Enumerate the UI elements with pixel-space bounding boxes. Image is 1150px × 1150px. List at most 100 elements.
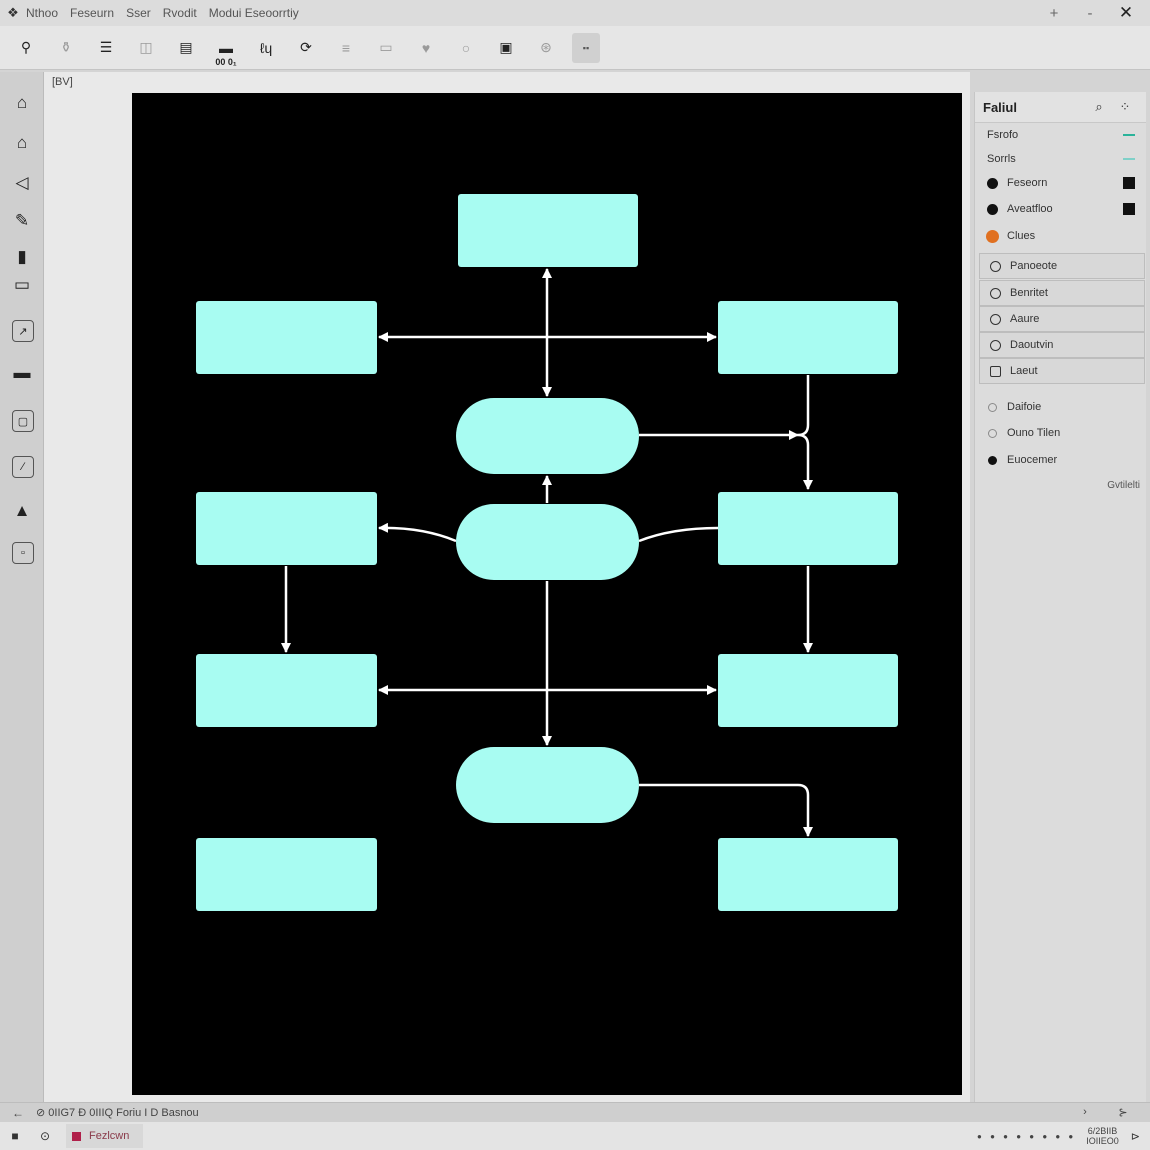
option-laeut[interactable]: Laeut — [979, 358, 1145, 384]
node-top[interactable] — [458, 194, 638, 267]
edge-hub-3-to-right-4[interactable] — [639, 783, 813, 837]
note-icon[interactable]: ▢ — [12, 410, 34, 432]
option-daoutvin[interactable]: Daoutvin — [979, 332, 1145, 358]
panel-row-label: Euocemer — [1007, 454, 1058, 466]
stroke-color-dash — [1123, 158, 1135, 160]
diagram-canvas[interactable] — [132, 93, 962, 1095]
flowchart — [196, 194, 898, 911]
grid-label: 00 0₁ — [215, 56, 237, 67]
rotate-icon[interactable]: ⟳ — [292, 33, 320, 63]
briefcase-icon[interactable]: ▬ — [9, 360, 35, 386]
radio-icon[interactable] — [988, 313, 1002, 325]
start-icon[interactable]: ■ — [0, 1129, 30, 1143]
zoom-icon[interactable]: ⚲ — [12, 33, 40, 63]
panel-row-aveatfloo[interactable]: Aveatfloo — [977, 198, 1143, 220]
panel-header: Faliul ⌕ ⁘ — [975, 92, 1146, 123]
panel-row-clues[interactable]: Clues — [977, 225, 1143, 247]
fill-icon[interactable]: ▲ — [9, 498, 35, 524]
color-swatch[interactable] — [1123, 203, 1135, 215]
edge-right-1-to-right-2[interactable] — [797, 375, 813, 490]
link-icon[interactable]: ℓɥ — [252, 33, 280, 63]
frame-icon[interactable]: ▣ — [492, 33, 520, 63]
export-icon[interactable]: ▪▪ — [572, 32, 600, 63]
heart-icon[interactable]: ♥ — [412, 33, 440, 63]
panel-row-euocemer[interactable]: Euocemer — [977, 449, 1143, 471]
node-right-1[interactable] — [718, 301, 898, 374]
tray-clock[interactable]: 6/2BIIB IOIIEO0 — [1086, 1126, 1119, 1146]
edge-hub-2-to-right-2[interactable] — [638, 526, 719, 543]
next-icon[interactable]: › — [1066, 1106, 1104, 1119]
menu-item-4[interactable]: Rvodit — [163, 6, 197, 20]
node-hub-1[interactable] — [456, 398, 639, 474]
panel-row-feseorn[interactable]: Feseorn — [977, 172, 1143, 194]
fill-color-dash — [1123, 134, 1135, 136]
title-bar: ❖ Nthoo Feseurn Sser Rvodit Modui Eseoor… — [0, 0, 1150, 26]
page-icon[interactable]: ▤ — [172, 33, 200, 63]
back-arrow-icon[interactable]: ← — [0, 1106, 36, 1120]
speaker-icon[interactable]: ◁ — [9, 170, 35, 196]
notification-icon[interactable]: ⊳ — [1131, 1130, 1140, 1143]
node-hub-2[interactable] — [456, 504, 639, 580]
node-left-2[interactable] — [196, 492, 377, 565]
tray-icons[interactable]: ● ● ● ● ● ● ● ● — [977, 1132, 1076, 1141]
image-icon[interactable]: ▫ — [12, 542, 34, 564]
pin-icon[interactable]: ⚱ — [52, 33, 80, 63]
panel-row-daifoie[interactable]: Daifoie — [977, 396, 1143, 418]
node-left-4[interactable] — [196, 838, 377, 911]
panel-row-stroke[interactable]: Sorrls — [977, 148, 1143, 170]
node-right-3[interactable] — [718, 654, 898, 727]
panel-row-ouno-tilen[interactable]: Ouno Tilen — [977, 422, 1143, 444]
circle-icon[interactable]: ○ — [452, 33, 480, 63]
chart-icon[interactable]: ↗ — [12, 320, 34, 342]
option-benritet[interactable]: Benritet — [979, 280, 1145, 306]
settings-icon[interactable]: ⁘ — [1112, 99, 1138, 115]
node-hub-3[interactable] — [456, 747, 639, 823]
node-left-3[interactable] — [196, 654, 377, 727]
tag-icon[interactable] — [988, 365, 1002, 377]
menu-item-5[interactable]: Modui Eseoorrtiy — [209, 6, 299, 20]
expand-icon[interactable]: ⊱ — [1104, 1106, 1142, 1119]
menu-item-1[interactable]: Nthoo — [26, 6, 58, 20]
window-controls: + - ✕ — [1036, 0, 1144, 26]
taskbar-search-icon[interactable]: ⊙ — [30, 1129, 60, 1143]
settings-radio-icon[interactable] — [988, 339, 1002, 351]
status-text: ⊘ 0IIG7 Ð 0IIIQ Foriu I D Basnou — [36, 1107, 199, 1119]
edge-hub-2-to-left-2[interactable] — [378, 522, 457, 543]
clock-date: 6/2BIIB — [1087, 1126, 1118, 1136]
node-left-1[interactable] — [196, 301, 377, 374]
radio-icon[interactable] — [988, 287, 1002, 299]
shield-icon — [985, 177, 999, 189]
node-right-2[interactable] — [718, 492, 898, 565]
menu-item-2[interactable]: Feseurn — [70, 6, 114, 20]
printer-icon[interactable]: ▭ — [9, 272, 35, 298]
option-label: Daoutvin — [1010, 339, 1054, 351]
node-icon[interactable]: ⊛ — [532, 33, 560, 63]
panel-row-fill[interactable]: Fsrofo — [977, 124, 1143, 146]
bookmark-icon[interactable]: ▮ — [9, 244, 35, 270]
radio-icon[interactable] — [988, 260, 1002, 272]
taskbar-active-app[interactable]: Fezlcwn — [66, 1124, 144, 1148]
stack-icon[interactable]: ☰ — [92, 33, 120, 63]
panel-row-label: Clues — [1007, 230, 1036, 242]
option-aaure[interactable]: Aaure — [979, 306, 1145, 332]
menu-item-3[interactable]: Sser — [126, 6, 151, 20]
option-panoeote[interactable]: Panoeote — [979, 253, 1145, 279]
color-swatch[interactable] — [1123, 177, 1135, 189]
panel-footer-link[interactable]: Gvtilelti — [1107, 480, 1140, 491]
node-right-4[interactable] — [718, 838, 898, 911]
pen-icon[interactable]: ✎ — [9, 208, 35, 234]
close-icon[interactable]: ✕ — [1108, 3, 1144, 23]
option-label: Laeut — [1010, 365, 1038, 377]
minimize-icon[interactable]: - — [1072, 5, 1108, 22]
properties-panel: Faliul ⌕ ⁘ Fsrofo Sorrls Feseorn Aveatfl… — [974, 92, 1146, 1102]
layout-icon[interactable]: ◫ — [132, 33, 160, 63]
maximize-icon[interactable]: + — [1036, 5, 1072, 22]
grid-button[interactable]: ▬ 00 0₁ — [212, 33, 240, 67]
shape-icon[interactable]: ▭ — [372, 33, 400, 63]
house-icon[interactable]: ⌂ — [9, 130, 35, 156]
search-icon[interactable]: ⌕ — [1086, 99, 1112, 115]
app-logo-icon[interactable]: ❖ — [0, 5, 26, 21]
align-icon[interactable]: ≡ — [332, 33, 360, 63]
home-icon[interactable]: ⌂ — [9, 90, 35, 116]
edit-icon[interactable]: ∕ — [12, 456, 34, 478]
